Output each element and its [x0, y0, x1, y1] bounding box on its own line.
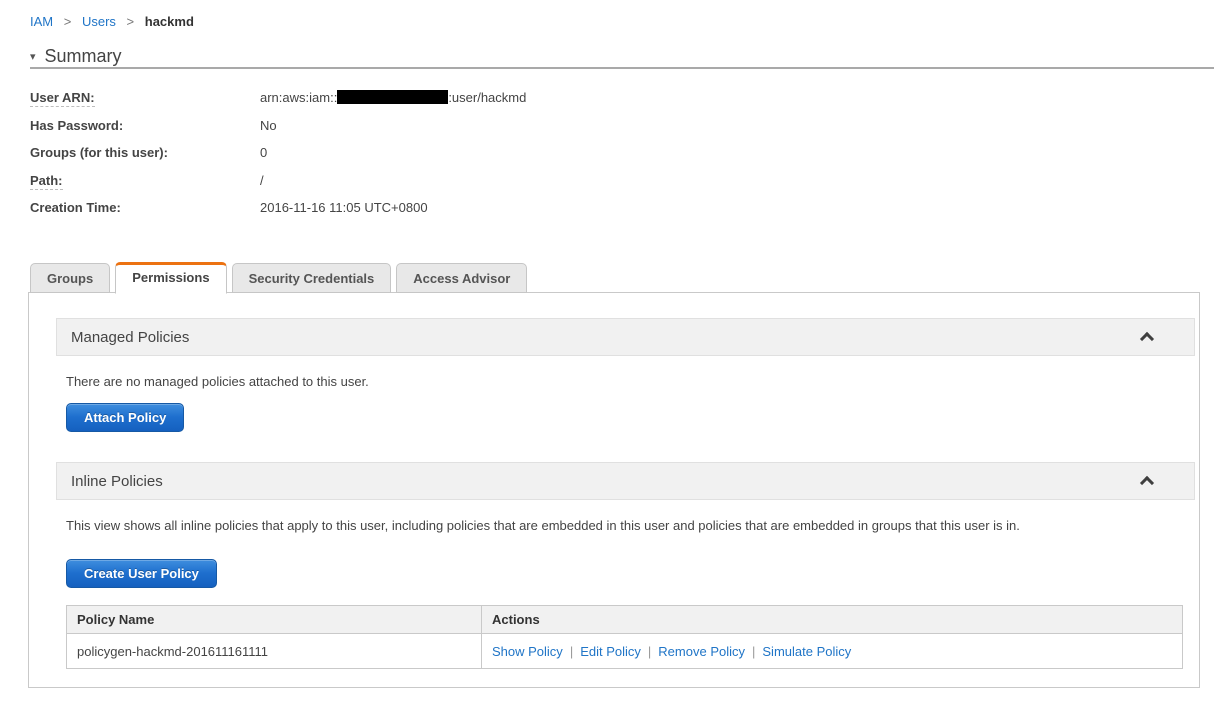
tab-bar: Groups Permissions Security Credentials … — [30, 262, 528, 294]
arn-prefix: arn:aws:iam:: — [260, 90, 338, 106]
summary-row-has-password: Has Password: No — [30, 112, 526, 140]
breadcrumb-link-users[interactable]: Users — [82, 14, 116, 29]
action-separator: | — [647, 643, 652, 659]
simulate-policy-link[interactable]: Simulate Policy — [762, 644, 851, 659]
policy-actions-cell: Show Policy | Edit Policy | Remove Policy | Si… — [481, 633, 1183, 669]
tab-access-advisor[interactable]: Access Advisor — [396, 263, 528, 293]
summary-row-groups: Groups (for this user): 0 — [30, 139, 526, 167]
summary-row-path: Path: / — [30, 167, 526, 195]
managed-policies-section: Managed Policies There are no managed po… — [56, 318, 1195, 432]
groups-count-label: Groups (for this user): — [30, 145, 168, 161]
action-separator: | — [569, 643, 574, 659]
tab-permissions[interactable]: Permissions — [115, 262, 227, 294]
summary-section-toggle[interactable]: ▾ Summary — [30, 46, 122, 67]
breadcrumb-separator: > — [63, 14, 72, 29]
show-policy-link[interactable]: Show Policy — [492, 644, 563, 659]
remove-policy-link[interactable]: Remove Policy — [658, 644, 745, 659]
has-password-label: Has Password: — [30, 117, 124, 133]
inline-policies-body: This view shows all inline policies that… — [56, 500, 1195, 669]
arn-suffix: :user/hackmd — [448, 90, 527, 106]
table-row: policygen-hackmd-201611161111 Show Polic… — [66, 633, 1183, 669]
groups-count-value: 0 — [260, 145, 268, 161]
chevron-up-icon — [1139, 331, 1155, 347]
iam-user-detail-page: IAM > Users > hackmd ▾ Summary User ARN:… — [0, 0, 1214, 702]
managed-policies-empty-message: There are no managed policies attached t… — [66, 374, 369, 389]
summary-row-user-arn: User ARN: arn:aws:iam:::user/hackmd — [30, 84, 526, 112]
breadcrumb-current-hackmd: hackmd — [144, 14, 194, 29]
inline-policies-collapse-toggle[interactable] — [1138, 470, 1156, 492]
redacted-account-id — [337, 90, 449, 105]
breadcrumb-separator: > — [126, 14, 135, 29]
summary-row-creation-time: Creation Time: 2016-11-16 11:05 UTC+0800 — [30, 194, 526, 222]
permissions-tab-panel: Managed Policies There are no managed po… — [28, 292, 1200, 688]
inline-policies-description: This view shows all inline policies that… — [66, 518, 1020, 533]
inline-policies-table: Policy Name Actions policygen-hackmd-201… — [66, 605, 1183, 669]
column-header-actions: Actions — [481, 605, 1183, 634]
edit-policy-link[interactable]: Edit Policy — [580, 644, 641, 659]
managed-policies-collapse-toggle[interactable] — [1138, 326, 1156, 348]
create-user-policy-button[interactable]: Create User Policy — [66, 559, 217, 588]
user-arn-label: User ARN: — [30, 90, 95, 108]
breadcrumb-link-iam[interactable]: IAM — [30, 14, 53, 29]
path-value: / — [260, 172, 264, 188]
summary-divider — [30, 67, 1214, 69]
managed-policies-body: There are no managed policies attached t… — [56, 356, 1195, 432]
column-header-policy-name: Policy Name — [66, 605, 482, 634]
action-separator: | — [752, 643, 756, 659]
creation-time-value: 2016-11-16 11:05 UTC+0800 — [260, 200, 428, 216]
chevron-up-icon — [1139, 475, 1155, 491]
tab-groups[interactable]: Groups — [30, 263, 111, 293]
managed-policies-title: Managed Policies — [71, 328, 190, 346]
policy-name-cell: policygen-hackmd-201611161111 — [66, 633, 482, 669]
summary-title: Summary — [44, 46, 122, 66]
managed-policies-header[interactable]: Managed Policies — [56, 318, 1195, 356]
inline-policies-title: Inline Policies — [71, 472, 163, 490]
creation-time-label: Creation Time: — [30, 200, 121, 216]
summary-fields: User ARN: arn:aws:iam:::user/hackmd Has … — [30, 84, 526, 222]
collapse-triangle-icon: ▾ — [30, 51, 36, 63]
inline-policies-section: Inline Policies This view shows all inli… — [56, 462, 1195, 669]
has-password-value: No — [260, 117, 277, 133]
attach-policy-button[interactable]: Attach Policy — [66, 403, 185, 432]
inline-policies-header[interactable]: Inline Policies — [56, 462, 1195, 500]
table-header-row: Policy Name Actions — [66, 605, 1183, 634]
breadcrumb: IAM > Users > hackmd — [30, 14, 194, 29]
path-label: Path: — [30, 172, 63, 190]
tab-security-credentials[interactable]: Security Credentials — [231, 263, 392, 293]
user-arn-value: arn:aws:iam:::user/hackmd — [260, 90, 526, 105]
